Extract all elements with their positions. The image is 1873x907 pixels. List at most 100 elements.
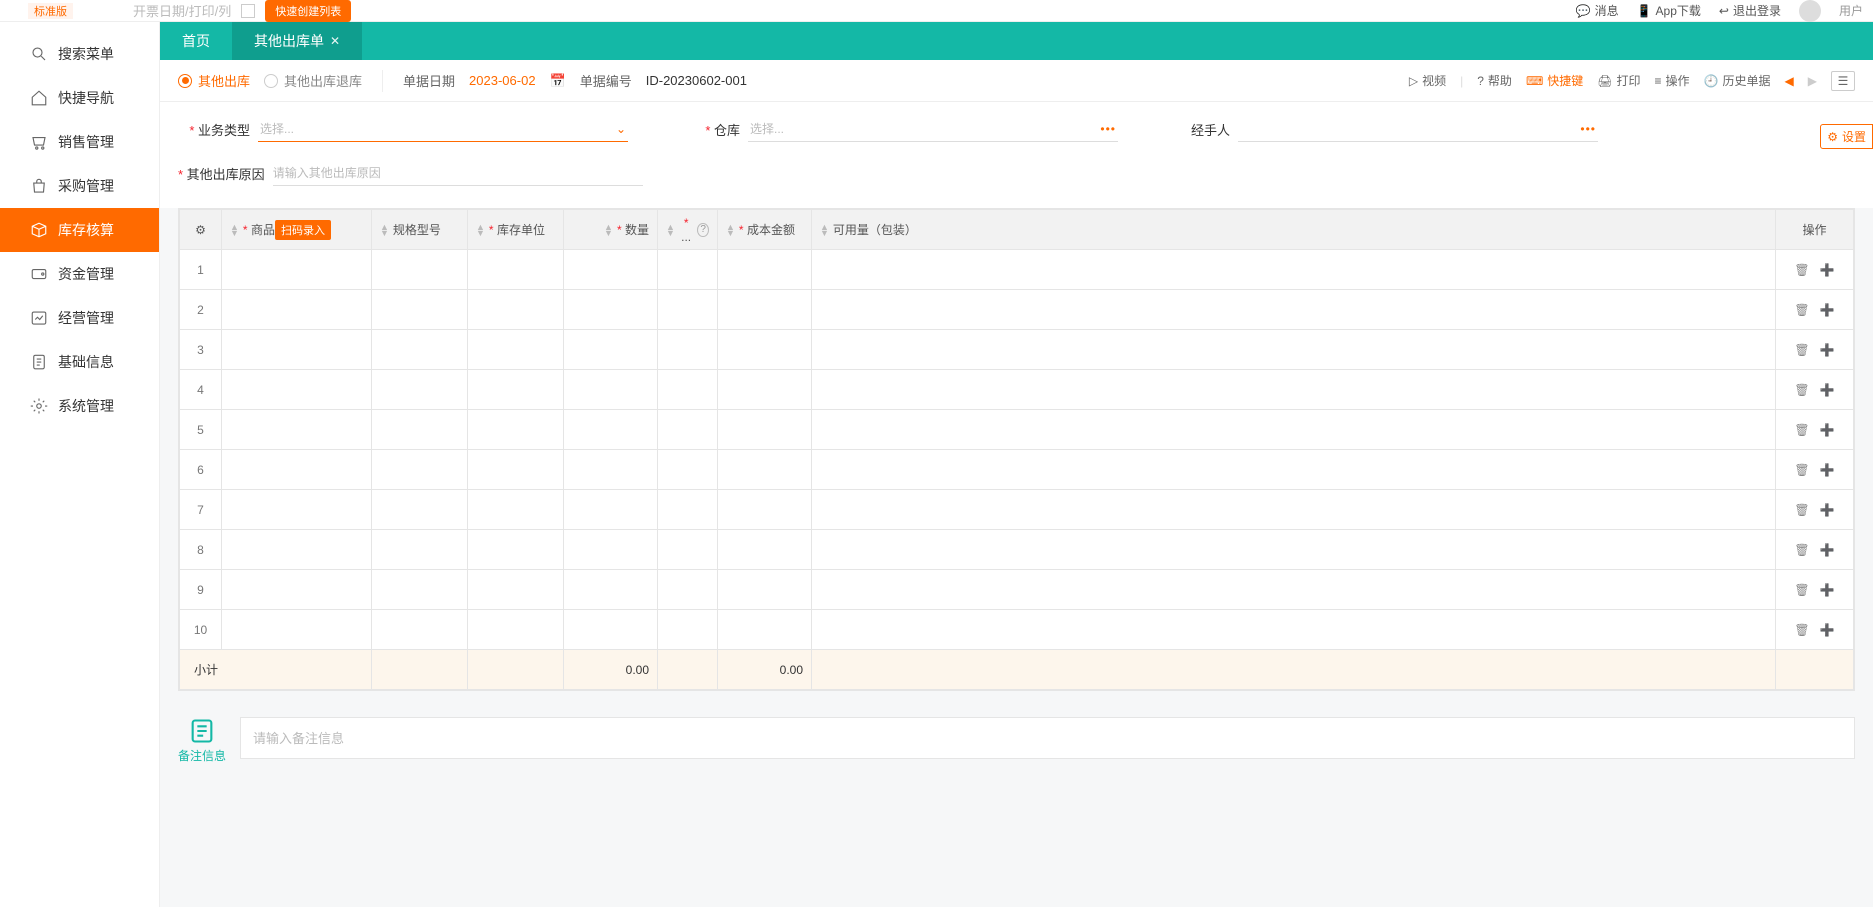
add-row-icon[interactable]: ➕ [1820,383,1835,397]
delete-row-icon[interactable]: 🗑 [1794,503,1809,517]
add-row-icon[interactable]: ➕ [1820,263,1835,277]
cell-qty[interactable] [564,570,658,610]
cell-avail[interactable] [812,490,1776,530]
cell-qty[interactable] [564,450,658,490]
sidebar-item-box[interactable]: 库存核算 [0,208,159,252]
cell-unit[interactable] [468,330,564,370]
messages-link[interactable]: 💬 消息 [1576,2,1619,19]
cell-amt[interactable] [718,570,812,610]
shortcut-button[interactable]: ⌨ 快捷键 [1526,72,1583,89]
th-avail[interactable]: ▲▼可用量（包装） [812,210,1776,250]
delete-row-icon[interactable]: 🗑 [1794,463,1809,477]
table-row[interactable]: 7🗑➕ [180,490,1854,530]
more-icon[interactable]: ••• [1100,122,1116,136]
tab-1[interactable]: 其他出库单✕ [232,22,362,60]
delete-row-icon[interactable]: 🗑 [1794,623,1809,637]
cell-qty[interactable] [564,410,658,450]
cell-ext[interactable] [658,410,718,450]
print-button[interactable]: 🖨 打印 [1597,72,1640,89]
cell-goods[interactable] [222,250,372,290]
table-row[interactable]: 1🗑➕ [180,250,1854,290]
add-row-icon[interactable]: ➕ [1820,343,1835,357]
remarks-input[interactable] [240,717,1855,759]
cell-ext[interactable] [658,250,718,290]
add-row-icon[interactable]: ➕ [1820,463,1835,477]
sidebar-item-search[interactable]: 搜索菜单 [0,32,159,76]
sidebar-item-wallet[interactable]: 资金管理 [0,252,159,296]
table-row[interactable]: 4🗑➕ [180,370,1854,410]
cell-avail[interactable] [812,570,1776,610]
tab-0[interactable]: 首页 [160,22,232,60]
table-row[interactable]: 3🗑➕ [180,330,1854,370]
cell-unit[interactable] [468,610,564,650]
cell-unit[interactable] [468,570,564,610]
cell-qty[interactable] [564,250,658,290]
cell-spec[interactable] [372,250,468,290]
cell-amt[interactable] [718,330,812,370]
radio-other-out-return[interactable]: 其他出库退库 [264,71,362,90]
cell-spec[interactable] [372,330,468,370]
cell-unit[interactable] [468,290,564,330]
add-row-icon[interactable]: ➕ [1820,623,1835,637]
biztype-select[interactable]: 选择... ⌄ [258,116,628,142]
cell-qty[interactable] [564,530,658,570]
cell-unit[interactable] [468,250,564,290]
cell-ext[interactable] [658,450,718,490]
delete-row-icon[interactable]: 🗑 [1794,343,1809,357]
table-row[interactable]: 2🗑➕ [180,290,1854,330]
cell-avail[interactable] [812,610,1776,650]
scan-input-button[interactable]: 扫码录入 [275,220,331,240]
cell-spec[interactable] [372,530,468,570]
table-row[interactable]: 10🗑➕ [180,610,1854,650]
cell-goods[interactable] [222,570,372,610]
cell-spec[interactable] [372,450,468,490]
history-button[interactable]: 🕘 历史单据 [1704,72,1771,89]
cell-amt[interactable] [718,490,812,530]
cell-qty[interactable] [564,370,658,410]
cell-goods[interactable] [222,450,372,490]
more-icon[interactable]: ••• [1580,122,1596,136]
sidebar-item-home[interactable]: 快捷导航 [0,76,159,120]
cell-amt[interactable] [718,450,812,490]
logout-link[interactable]: ↩ 退出登录 [1719,2,1781,19]
cell-unit[interactable] [468,410,564,450]
delete-row-icon[interactable]: 🗑 [1794,263,1809,277]
warehouse-select[interactable]: 选择... ••• [748,116,1118,142]
add-row-icon[interactable]: ➕ [1820,503,1835,517]
sidebar-item-gear[interactable]: 系统管理 [0,384,159,428]
avatar[interactable] [1799,0,1821,22]
cell-spec[interactable] [372,610,468,650]
add-row-icon[interactable]: ➕ [1820,423,1835,437]
help-icon[interactable]: ? [697,223,709,237]
th-goods[interactable]: ▲▼商品 扫码录入 [222,210,372,250]
cell-goods[interactable] [222,290,372,330]
add-row-icon[interactable]: ➕ [1820,303,1835,317]
table-row[interactable]: 6🗑➕ [180,450,1854,490]
sidebar-item-chart[interactable]: 经营管理 [0,296,159,340]
settings-button[interactable]: ⚙ 设置 [1820,124,1873,149]
date-value[interactable]: 2023-06-02 [469,73,536,88]
cell-avail[interactable] [812,370,1776,410]
cell-spec[interactable] [372,490,468,530]
cell-goods[interactable] [222,330,372,370]
app-download-link[interactable]: 📱 App下载 [1637,2,1701,19]
th-unit[interactable]: ▲▼库存单位 [468,210,564,250]
table-row[interactable]: 9🗑➕ [180,570,1854,610]
cell-spec[interactable] [372,570,468,610]
cell-spec[interactable] [372,370,468,410]
delete-row-icon[interactable]: 🗑 [1794,303,1809,317]
table-row[interactable]: 8🗑➕ [180,530,1854,570]
cell-avail[interactable] [812,250,1776,290]
cell-ext[interactable] [658,530,718,570]
cell-goods[interactable] [222,530,372,570]
cell-ext[interactable] [658,610,718,650]
cell-amt[interactable] [718,530,812,570]
cell-amt[interactable] [718,610,812,650]
list-view-icon[interactable]: ☰ [1831,71,1855,91]
cell-unit[interactable] [468,490,564,530]
cell-amt[interactable] [718,250,812,290]
expand-icon[interactable] [241,4,255,18]
cell-qty[interactable] [564,330,658,370]
add-row-icon[interactable]: ➕ [1820,543,1835,557]
th-spec[interactable]: ▲▼规格型号 [372,210,468,250]
